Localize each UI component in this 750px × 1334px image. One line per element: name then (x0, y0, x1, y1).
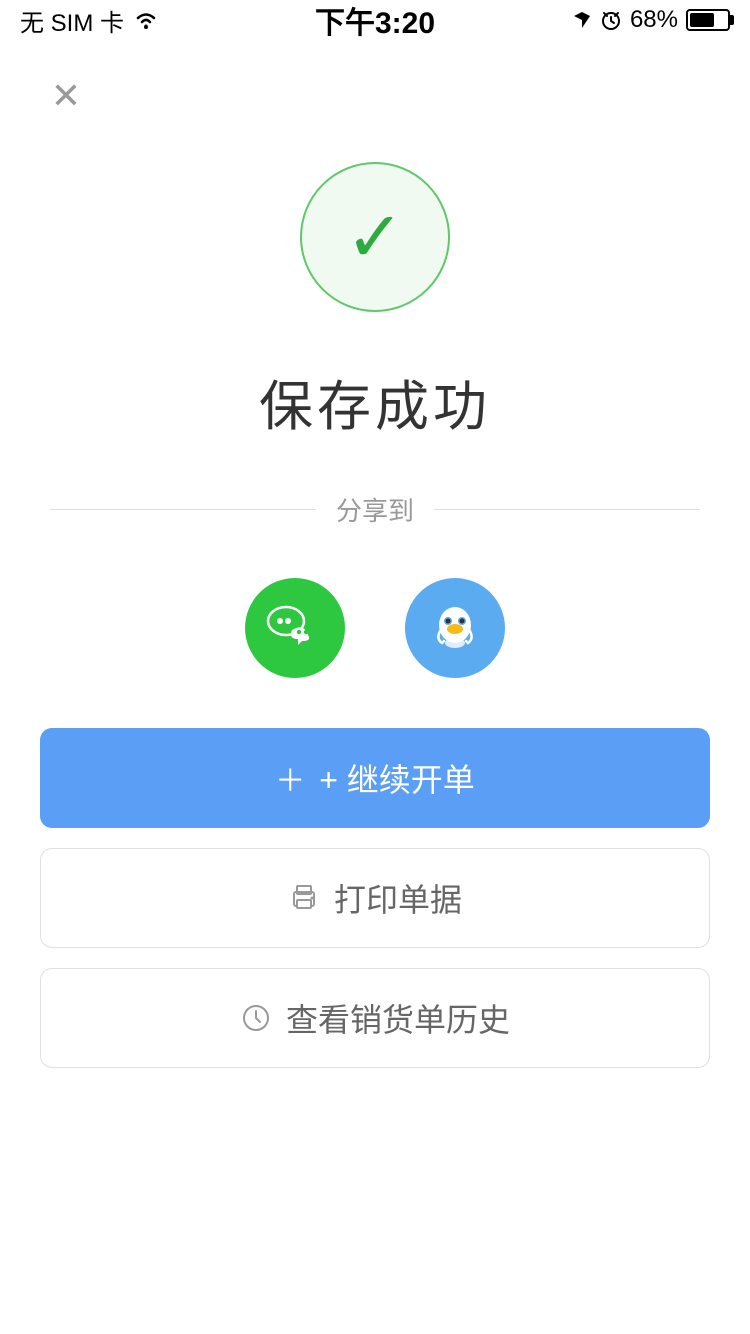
continue-order-button[interactable]: ＋ + 继续开单 (40, 728, 710, 828)
divider-right (434, 509, 700, 510)
print-label: 打印单据 (334, 875, 462, 921)
qq-icon (426, 599, 484, 657)
continue-order-label: + 继续开单 (319, 755, 475, 801)
share-section: 分享到 (0, 491, 750, 678)
no-sim-text: 无 SIM 卡 (20, 3, 124, 38)
status-time: 下午3:20 (315, 0, 435, 42)
share-icons-row (50, 578, 700, 678)
close-button[interactable]: ✕ (40, 70, 92, 122)
check-circle: ✓ (300, 162, 450, 312)
share-label: 分享到 (336, 491, 414, 528)
share-divider: 分享到 (50, 491, 700, 528)
printer-icon (288, 882, 320, 914)
close-area: ✕ (0, 40, 750, 122)
print-button[interactable]: 打印单据 (40, 848, 710, 948)
success-section: ✓ 保存成功 (0, 122, 750, 491)
battery-icon (686, 9, 730, 31)
status-right: 68% (572, 6, 730, 34)
battery-percent: 68% (630, 6, 678, 34)
wechat-icon (266, 603, 324, 653)
plus-icon: ＋ (275, 756, 305, 800)
status-left: 无 SIM 卡 (20, 3, 160, 38)
checkmark-icon: ✓ (346, 202, 405, 272)
wechat-share-button[interactable] (245, 578, 345, 678)
actions-section: ＋ + 继续开单 打印单据 查看销货单历史 (0, 728, 750, 1068)
location-icon (572, 10, 592, 30)
qq-share-button[interactable] (405, 578, 505, 678)
status-bar: 无 SIM 卡 下午3:20 68% (0, 0, 750, 40)
history-button[interactable]: 查看销货单历史 (40, 968, 710, 1068)
history-icon (240, 1002, 272, 1034)
divider-left (50, 509, 316, 510)
history-label: 查看销货单历史 (286, 995, 510, 1041)
close-icon: ✕ (51, 75, 81, 117)
wifi-icon (132, 10, 160, 30)
success-title: 保存成功 (259, 362, 491, 441)
alarm-icon (600, 9, 622, 31)
